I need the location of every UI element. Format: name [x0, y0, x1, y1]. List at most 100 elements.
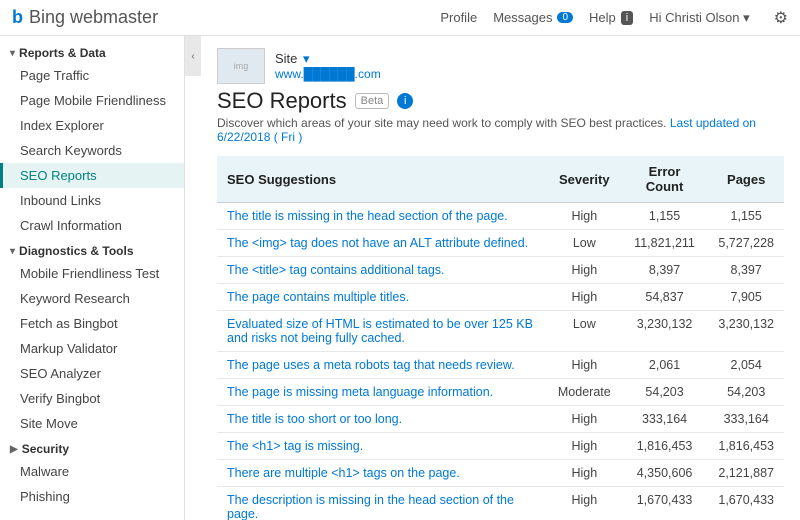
error-count-cell: 2,061: [621, 352, 709, 379]
user-menu[interactable]: Hi Christi Olson ▾: [649, 10, 749, 26]
severity-cell: High: [548, 257, 621, 284]
seo-suggestion-link[interactable]: The description is missing in the head s…: [227, 493, 514, 520]
bing-b-icon: b: [12, 7, 23, 28]
severity-cell: High: [548, 203, 621, 230]
sidebar: ▾ Reports & Data Page Traffic Page Mobil…: [0, 36, 185, 520]
pages-cell: 3,230,132: [708, 311, 784, 352]
error-count-cell: 8,397: [621, 257, 709, 284]
subtitle: Discover which areas of your site may ne…: [217, 116, 784, 144]
site-thumbnail: img: [217, 48, 265, 84]
sidebar-item-page-mobile[interactable]: Page Mobile Friendliness: [0, 88, 184, 113]
arrow-icon: ▶: [10, 444, 18, 455]
pages-cell: 333,164: [708, 406, 784, 433]
sidebar-item-search-keywords[interactable]: Search Keywords: [0, 138, 184, 163]
pages-cell: 1,670,433: [708, 487, 784, 520]
site-header: img Site ▾ www.██████.com: [217, 48, 784, 84]
seo-suggestion-link[interactable]: The title is missing in the head section…: [227, 209, 508, 223]
seo-suggestion-link[interactable]: There are multiple <h1> tags on the page…: [227, 466, 460, 480]
table-row: The description is missing in the head s…: [217, 487, 784, 520]
severity-cell: Low: [548, 230, 621, 257]
help-link[interactable]: Help: [589, 10, 616, 25]
table-row: The <h1> tag is missing.High1,816,4531,8…: [217, 433, 784, 460]
table-row: The page is missing meta language inform…: [217, 379, 784, 406]
info-icon[interactable]: i: [397, 93, 413, 109]
pages-cell: 1,816,453: [708, 433, 784, 460]
table-row: The <title> tag contains additional tags…: [217, 257, 784, 284]
bing-wordmark: Bing webmaster: [29, 7, 158, 28]
error-count-cell: 54,837: [621, 284, 709, 311]
page-title: SEO Reports Beta i: [217, 88, 784, 114]
severity-cell: High: [548, 487, 621, 520]
beta-badge: Beta: [355, 93, 390, 109]
severity-cell: Low: [548, 311, 621, 352]
sidebar-item-mobile-friendliness[interactable]: Mobile Friendliness Test: [0, 261, 184, 286]
table-header-row: SEO Suggestions Severity Error Count Pag…: [217, 156, 784, 203]
pages-cell: 54,203: [708, 379, 784, 406]
error-count-cell: 1,670,433: [621, 487, 709, 520]
severity-cell: High: [548, 460, 621, 487]
seo-suggestion-link[interactable]: The <h1> tag is missing.: [227, 439, 363, 453]
severity-cell: High: [548, 284, 621, 311]
table-row: There are multiple <h1> tags on the page…: [217, 460, 784, 487]
sidebar-item-phishing[interactable]: Phishing: [0, 484, 184, 509]
sidebar-item-crawl-information[interactable]: Crawl Information: [0, 213, 184, 238]
seo-suggestion-link[interactable]: The title is too short or too long.: [227, 412, 402, 426]
sidebar-section-reports-data[interactable]: ▾ Reports & Data: [0, 40, 184, 63]
seo-suggestion-link[interactable]: The <img> tag does not have an ALT attri…: [227, 236, 528, 250]
sidebar-item-page-traffic[interactable]: Page Traffic: [0, 63, 184, 88]
topbar: b Bing webmaster Profile Messages 0 Help…: [0, 0, 800, 36]
main-layout: ▾ Reports & Data Page Traffic Page Mobil…: [0, 36, 800, 520]
seo-suggestion-link[interactable]: Evaluated size of HTML is estimated to b…: [227, 317, 533, 345]
pages-cell: 7,905: [708, 284, 784, 311]
arrow-icon: ▾: [10, 246, 15, 257]
seo-table: SEO Suggestions Severity Error Count Pag…: [217, 156, 784, 520]
arrow-icon: ▾: [10, 48, 15, 59]
sidebar-item-markup-validator[interactable]: Markup Validator: [0, 336, 184, 361]
sidebar-item-malware[interactable]: Malware: [0, 459, 184, 484]
pages-cell: 1,155: [708, 203, 784, 230]
table-row: Evaluated size of HTML is estimated to b…: [217, 311, 784, 352]
pages-cell: 8,397: [708, 257, 784, 284]
profile-link[interactable]: Profile: [440, 10, 477, 25]
table-row: The <img> tag does not have an ALT attri…: [217, 230, 784, 257]
table-row: The title is too short or too long. High 3…: [217, 406, 784, 433]
sidebar-item-index-explorer[interactable]: Index Explorer: [0, 113, 184, 138]
error-count-cell: 3,230,132: [621, 311, 709, 352]
sidebar-item-fetch-bingbot[interactable]: Fetch as Bingbot: [0, 311, 184, 336]
error-count-cell: 11,821,211: [621, 230, 709, 257]
col-header-pages: Pages: [708, 156, 784, 203]
table-row: The page contains multiple titles. High54…: [217, 284, 784, 311]
table-row: The title is missing in the head section…: [217, 203, 784, 230]
error-count-cell: 1,155: [621, 203, 709, 230]
col-header-severity: Severity: [548, 156, 621, 203]
pages-cell: 2,121,887: [708, 460, 784, 487]
sidebar-item-site-move[interactable]: Site Move: [0, 411, 184, 436]
error-count-cell: 4,350,606: [621, 460, 709, 487]
messages-link[interactable]: Messages: [493, 10, 552, 25]
bing-logo: b Bing webmaster: [12, 7, 158, 28]
error-count-cell: 54,203: [621, 379, 709, 406]
pages-cell: 5,727,228: [708, 230, 784, 257]
sidebar-collapse-button[interactable]: ‹: [185, 36, 201, 76]
settings-gear-icon[interactable]: ⚙: [774, 8, 788, 28]
severity-cell: High: [548, 433, 621, 460]
seo-suggestion-link[interactable]: The <title> tag contains additional tags…: [227, 263, 445, 277]
sidebar-section-diagnostics[interactable]: ▾ Diagnostics & Tools: [0, 238, 184, 261]
main-content: img Site ▾ www.██████.com SEO Reports Be…: [201, 36, 800, 520]
messages-badge: 0: [557, 12, 573, 23]
col-header-suggestions: SEO Suggestions: [217, 156, 548, 203]
sidebar-item-seo-reports[interactable]: SEO Reports: [0, 163, 184, 188]
seo-suggestion-link[interactable]: The page contains multiple titles.: [227, 290, 409, 304]
severity-cell: Moderate: [548, 379, 621, 406]
sidebar-section-security[interactable]: ▶ Security: [0, 436, 184, 459]
sidebar-item-keyword-research[interactable]: Keyword Research: [0, 286, 184, 311]
site-url: www.██████.com: [275, 67, 381, 81]
seo-suggestion-link[interactable]: The page is missing meta language inform…: [227, 385, 493, 399]
severity-cell: High: [548, 406, 621, 433]
sidebar-item-inbound-links[interactable]: Inbound Links: [0, 188, 184, 213]
site-info: Site ▾ www.██████.com: [275, 51, 381, 81]
sidebar-item-verify-bingbot[interactable]: Verify Bingbot: [0, 386, 184, 411]
sidebar-item-seo-analyzer[interactable]: SEO Analyzer: [0, 361, 184, 386]
seo-suggestion-link[interactable]: The page uses a meta robots tag that nee…: [227, 358, 515, 372]
sidebar-section-label: Reports & Data: [19, 46, 106, 60]
